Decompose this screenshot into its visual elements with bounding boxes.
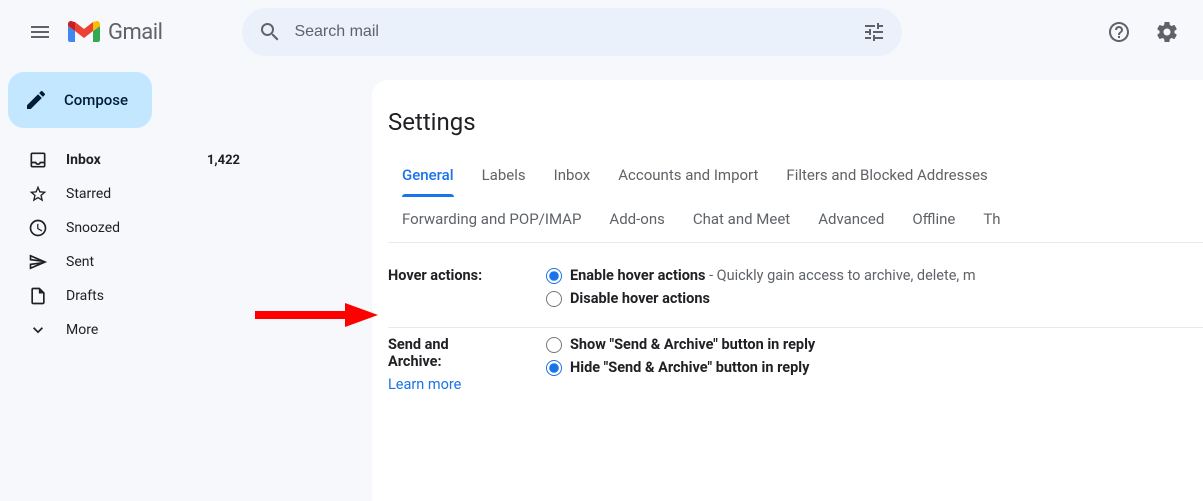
option-desc: - Quickly gain access to archive, delete… (705, 267, 975, 284)
tab-advanced[interactable]: Advanced (804, 196, 898, 242)
tab-chat[interactable]: Chat and Meet (679, 196, 804, 242)
search-icon (258, 20, 282, 44)
settings-title: Settings (388, 96, 1203, 156)
annotation-arrow (250, 300, 380, 330)
option-hide-send-archive[interactable]: Hide "Send & Archive" button in reply (546, 359, 1203, 376)
search-bar (242, 8, 902, 56)
radio-disable-hover[interactable] (546, 291, 562, 307)
gear-icon (1155, 20, 1179, 44)
radio-enable-hover[interactable] (546, 268, 562, 284)
help-icon (1107, 20, 1131, 44)
settings-body: Hover actions: Enable hover actions - Qu… (388, 243, 1203, 407)
pencil-icon (24, 88, 48, 112)
sidebar-item-more[interactable]: More (8, 314, 256, 346)
tab-labels[interactable]: Labels (468, 156, 540, 196)
search-input[interactable] (290, 23, 854, 41)
tab-addons[interactable]: Add-ons (595, 196, 678, 242)
sidebar-item-snoozed[interactable]: Snoozed (8, 212, 256, 244)
nav-label: Starred (66, 186, 240, 202)
setting-send-archive: Send and Archive: Learn more Show "Send … (388, 328, 1203, 407)
tab-themes[interactable]: Th (969, 196, 1014, 242)
header: Gmail (0, 0, 1203, 64)
radio-hide-send-archive[interactable] (546, 360, 562, 376)
tab-general[interactable]: General (388, 156, 468, 196)
tab-offline[interactable]: Offline (898, 196, 969, 242)
search-button[interactable] (250, 12, 290, 52)
option-label: Enable hover actions (570, 267, 705, 284)
setting-hover-actions: Hover actions: Enable hover actions - Qu… (388, 259, 1203, 328)
main-menu-button[interactable] (16, 8, 64, 56)
hamburger-icon (28, 20, 52, 44)
gmail-logo-icon (68, 20, 100, 44)
star-icon (28, 184, 48, 204)
sidebar: Compose Inbox 1,422 Starred Snoozed Sent… (0, 64, 256, 348)
compose-label: Compose (64, 91, 128, 109)
option-disable-hover[interactable]: Disable hover actions (546, 290, 1203, 307)
tab-forwarding[interactable]: Forwarding and POP/IMAP (388, 196, 595, 242)
option-enable-hover[interactable]: Enable hover actions - Quickly gain acce… (546, 267, 1203, 284)
sidebar-item-inbox[interactable]: Inbox 1,422 (8, 144, 256, 176)
nav-label: Drafts (66, 288, 240, 304)
option-label: Show "Send & Archive" button in reply (570, 336, 815, 353)
setting-label: Hover actions: (388, 267, 546, 313)
nav-list: Inbox 1,422 Starred Snoozed Sent Drafts … (8, 144, 256, 346)
tab-inbox[interactable]: Inbox (540, 156, 605, 196)
file-icon (28, 286, 48, 306)
radio-show-send-archive[interactable] (546, 337, 562, 353)
tune-icon (862, 20, 886, 44)
inbox-icon (28, 150, 48, 170)
learn-more-link[interactable]: Learn more (388, 376, 546, 393)
clock-icon (28, 218, 48, 238)
sidebar-item-starred[interactable]: Starred (8, 178, 256, 210)
product-name: Gmail (108, 20, 162, 45)
nav-count: 1,422 (207, 153, 240, 168)
compose-button[interactable]: Compose (8, 72, 152, 128)
nav-label: Inbox (66, 152, 207, 168)
settings-button[interactable] (1147, 12, 1187, 52)
tab-accounts[interactable]: Accounts and Import (604, 156, 772, 196)
nav-label: Snoozed (66, 220, 240, 236)
settings-tabs: General Labels Inbox Accounts and Import… (388, 156, 1203, 243)
search-options-button[interactable] (854, 12, 894, 52)
option-label: Hide "Send & Archive" button in reply (570, 359, 809, 376)
gmail-logo[interactable]: Gmail (68, 20, 162, 45)
nav-label: Sent (66, 254, 240, 270)
support-button[interactable] (1099, 12, 1139, 52)
tab-filters[interactable]: Filters and Blocked Addresses (772, 156, 1001, 196)
option-label: Disable hover actions (570, 290, 710, 307)
sidebar-item-drafts[interactable]: Drafts (8, 280, 256, 312)
nav-label: More (66, 322, 240, 338)
chevron-down-icon (28, 320, 48, 340)
send-icon (28, 252, 48, 272)
sidebar-item-sent[interactable]: Sent (8, 246, 256, 278)
settings-panel: Settings General Labels Inbox Accounts a… (372, 80, 1203, 501)
option-show-send-archive[interactable]: Show "Send & Archive" button in reply (546, 336, 1203, 353)
setting-label: Send and Archive: Learn more (388, 336, 546, 393)
header-actions (1099, 12, 1187, 52)
